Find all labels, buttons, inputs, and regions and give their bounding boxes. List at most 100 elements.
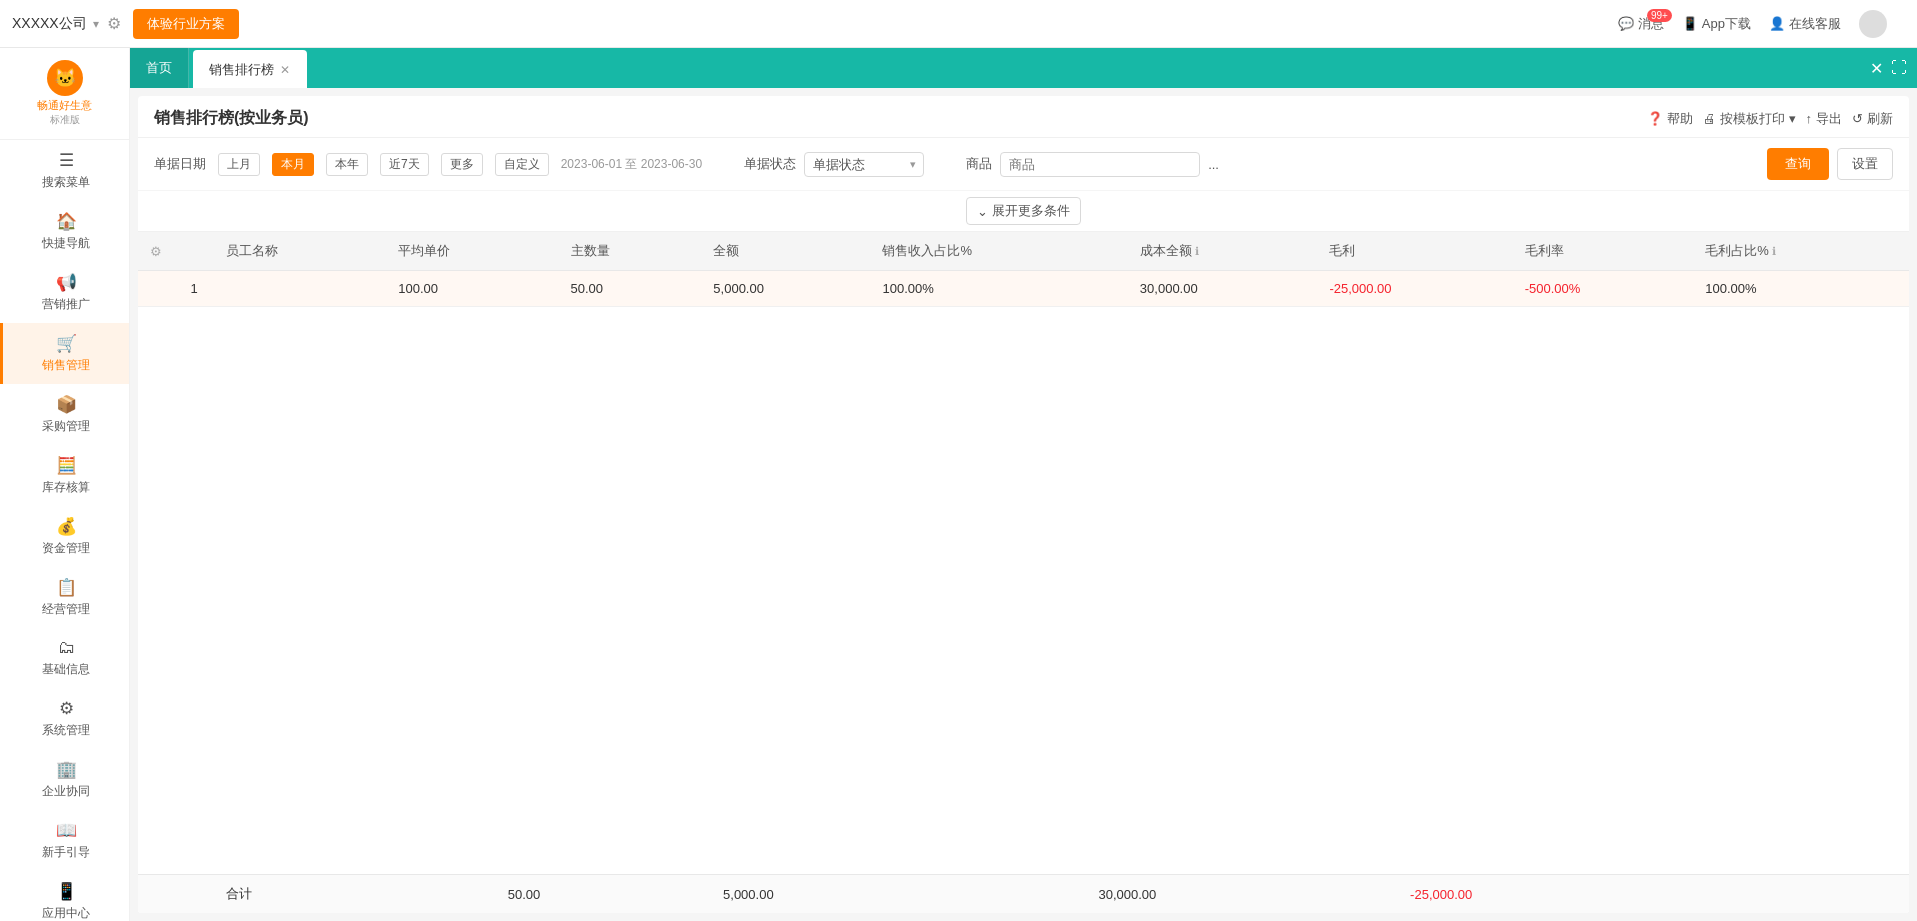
- sidebar-item-guide[interactable]: 📖 新手引导: [0, 810, 129, 871]
- search-order-icon: ☰: [59, 150, 74, 171]
- tab-close-icon[interactable]: ✕: [280, 63, 290, 77]
- col-name-header: 员工名称: [214, 232, 386, 271]
- app-download-button[interactable]: 📱 App下载: [1682, 15, 1751, 33]
- sidebar-item-label: 经营管理: [42, 601, 90, 618]
- enterprise-icon: 🏢: [56, 759, 77, 780]
- expand-more-bar: ⌄ 展开更多条件: [138, 191, 1909, 232]
- sidebar-item-purchase[interactable]: 📦 采购管理: [0, 384, 129, 445]
- sidebar-item-label: 资金管理: [42, 540, 90, 557]
- guide-icon: 📖: [56, 820, 77, 841]
- cost-help-icon[interactable]: ℹ: [1195, 245, 1199, 257]
- refresh-button[interactable]: ↺ 刷新: [1852, 110, 1893, 128]
- date-more-btn[interactable]: 更多: [441, 153, 483, 176]
- sidebar-item-finance[interactable]: 💰 资金管理: [0, 506, 129, 567]
- table-footer: 合计 50.00 5,000.00 30,000.00 -25,000.00: [138, 874, 1909, 913]
- sidebar-item-marketing[interactable]: 📢 营销推广: [0, 262, 129, 323]
- query-button[interactable]: 查询: [1767, 148, 1829, 180]
- sidebar-item-enterprise[interactable]: 🏢 企业协同: [0, 749, 129, 810]
- tab-home-label: 首页: [146, 59, 172, 77]
- footer-cell-cost: 30,000.00: [1086, 875, 1398, 913]
- trial-button[interactable]: 体验行业方案: [133, 9, 239, 39]
- sidebar-item-app-center[interactable]: 📱 应用中心: [0, 871, 129, 921]
- finance-icon: 💰: [56, 516, 77, 537]
- refresh-icon: ↺: [1852, 111, 1863, 126]
- page-header: 销售排行榜(按业务员) ❓ 帮助 🖨 按模板打印 ▾ ↑: [138, 96, 1909, 138]
- page-actions: ❓ 帮助 🖨 按模板打印 ▾ ↑ 导出 ↺: [1647, 110, 1894, 128]
- sidebar-item-label: 搜索菜单: [42, 174, 90, 191]
- export-label: 导出: [1816, 110, 1842, 128]
- sidebar-item-inventory[interactable]: 🧮 库存核算: [0, 445, 129, 506]
- tab-home[interactable]: 首页: [130, 48, 189, 88]
- date-7days-btn[interactable]: 近7天: [380, 153, 429, 176]
- tab-sales-rank-label: 销售排行榜: [209, 61, 274, 79]
- date-label: 单据日期: [154, 155, 206, 173]
- product-label: 商品: [966, 155, 992, 173]
- cell-qty: 50.00: [559, 271, 702, 307]
- online-service-button[interactable]: 👤 在线客服: [1769, 15, 1841, 33]
- basic-info-icon: 🗂: [58, 638, 75, 658]
- sidebar-item-search-order[interactable]: ☰ 搜索菜单: [0, 140, 129, 201]
- footer-row: 合计 50.00 5,000.00 30,000.00 -25,000.00: [138, 875, 1909, 913]
- page-title: 销售排行榜(按业务员): [154, 108, 309, 129]
- tab-sales-rank[interactable]: 销售排行榜 ✕: [193, 50, 307, 90]
- table-row: 1 100.00 50.00 5,000.00 100.00% 30,000.0…: [138, 271, 1909, 307]
- table-wrap: ⚙ 员工名称 平均单价 主数量 全额 销售收入占比% 成本全额 ℹ: [138, 232, 1909, 874]
- more-conditions-btn[interactable]: ...: [1208, 157, 1219, 172]
- product-input[interactable]: [1000, 152, 1200, 177]
- sidebar-item-label: 企业协同: [42, 783, 90, 800]
- topbar-gear-icon[interactable]: ⚙: [107, 14, 121, 33]
- message-badge: 99+: [1647, 9, 1672, 22]
- table-header-row: ⚙ 员工名称 平均单价 主数量 全额 销售收入占比% 成本全额 ℹ: [138, 232, 1909, 271]
- company-arrow-icon: ▾: [93, 17, 99, 31]
- sidebar-item-sales[interactable]: 🛒 销售管理: [0, 323, 129, 384]
- topbar: XXXXX公司 ▾ ⚙ 体验行业方案 💬 消息 99+ 📱 App下载 👤 在线…: [0, 0, 1917, 48]
- grosspct-help-icon[interactable]: ℹ: [1772, 245, 1776, 257]
- status-select[interactable]: 单据状态: [804, 152, 924, 177]
- date-custom-btn[interactable]: 自定义: [495, 153, 549, 176]
- footer-cell-gross-rate: [1726, 875, 1817, 913]
- company-selector[interactable]: XXXXX公司 ▾: [12, 15, 99, 33]
- logo-sub: 标准版: [50, 113, 80, 127]
- message-icon: 💬: [1618, 16, 1634, 31]
- footer-cell-avg: [404, 875, 495, 913]
- sidebar-item-label: 采购管理: [42, 418, 90, 435]
- message-button[interactable]: 💬 消息 99+: [1618, 15, 1664, 33]
- tab-maximize-icon[interactable]: ⛶: [1891, 59, 1907, 77]
- footer-cell-amount: 5,000.00: [711, 875, 995, 913]
- sidebar-item-label: 系统管理: [42, 722, 90, 739]
- sidebar-item-basic-info[interactable]: 🗂 基础信息: [0, 628, 129, 688]
- help-button[interactable]: ❓ 帮助: [1647, 110, 1693, 128]
- date-this-month-btn[interactable]: 本月: [272, 153, 314, 176]
- logo-text: 畅通好生意: [37, 98, 92, 113]
- cell-amount: 5,000.00: [701, 271, 870, 307]
- sidebar-item-operations[interactable]: 📋 经营管理: [0, 567, 129, 628]
- footer-cell-sales-pct: [995, 875, 1086, 913]
- col-gross-header: 毛利: [1317, 232, 1512, 271]
- avatar[interactable]: [1859, 10, 1887, 38]
- sidebar-item-quick-nav[interactable]: 🏠 快捷导航: [0, 201, 129, 262]
- sidebar-item-label: 基础信息: [42, 661, 90, 678]
- sidebar-item-label: 销售管理: [42, 357, 90, 374]
- col-rank-header: [174, 232, 214, 271]
- status-label: 单据状态: [744, 155, 796, 173]
- footer-cell-rank: [174, 875, 214, 913]
- date-this-year-btn[interactable]: 本年: [326, 153, 368, 176]
- footer-cell-qty: 50.00: [496, 875, 711, 913]
- data-table: ⚙ 员工名称 平均单价 主数量 全额 销售收入占比% 成本全额 ℹ: [138, 232, 1909, 307]
- settings-button[interactable]: 设置: [1837, 148, 1893, 180]
- col-amount-header: 全额: [701, 232, 870, 271]
- page-content: 销售排行榜(按业务员) ❓ 帮助 🖨 按模板打印 ▾ ↑: [130, 88, 1917, 921]
- footer-table: 合计 50.00 5,000.00 30,000.00 -25,000.00: [138, 875, 1909, 913]
- company-name: XXXXX公司: [12, 15, 87, 33]
- topbar-right: 💬 消息 99+ 📱 App下载 👤 在线客服: [1618, 10, 1905, 38]
- date-last-month-btn[interactable]: 上月: [218, 153, 260, 176]
- sidebar-item-system[interactable]: ⚙ 系统管理: [0, 688, 129, 749]
- tab-minimize-icon[interactable]: ✕: [1870, 59, 1883, 78]
- export-button[interactable]: ↑ 导出: [1806, 110, 1843, 128]
- print-button[interactable]: 🖨 按模板打印 ▾: [1703, 110, 1796, 128]
- footer-cell-label: 合计: [214, 875, 404, 913]
- operations-icon: 📋: [56, 577, 77, 598]
- gear-icon[interactable]: ⚙: [150, 244, 162, 259]
- tab-bar-right: ✕ ⛶: [1870, 59, 1917, 78]
- expand-more-button[interactable]: ⌄ 展开更多条件: [966, 197, 1081, 225]
